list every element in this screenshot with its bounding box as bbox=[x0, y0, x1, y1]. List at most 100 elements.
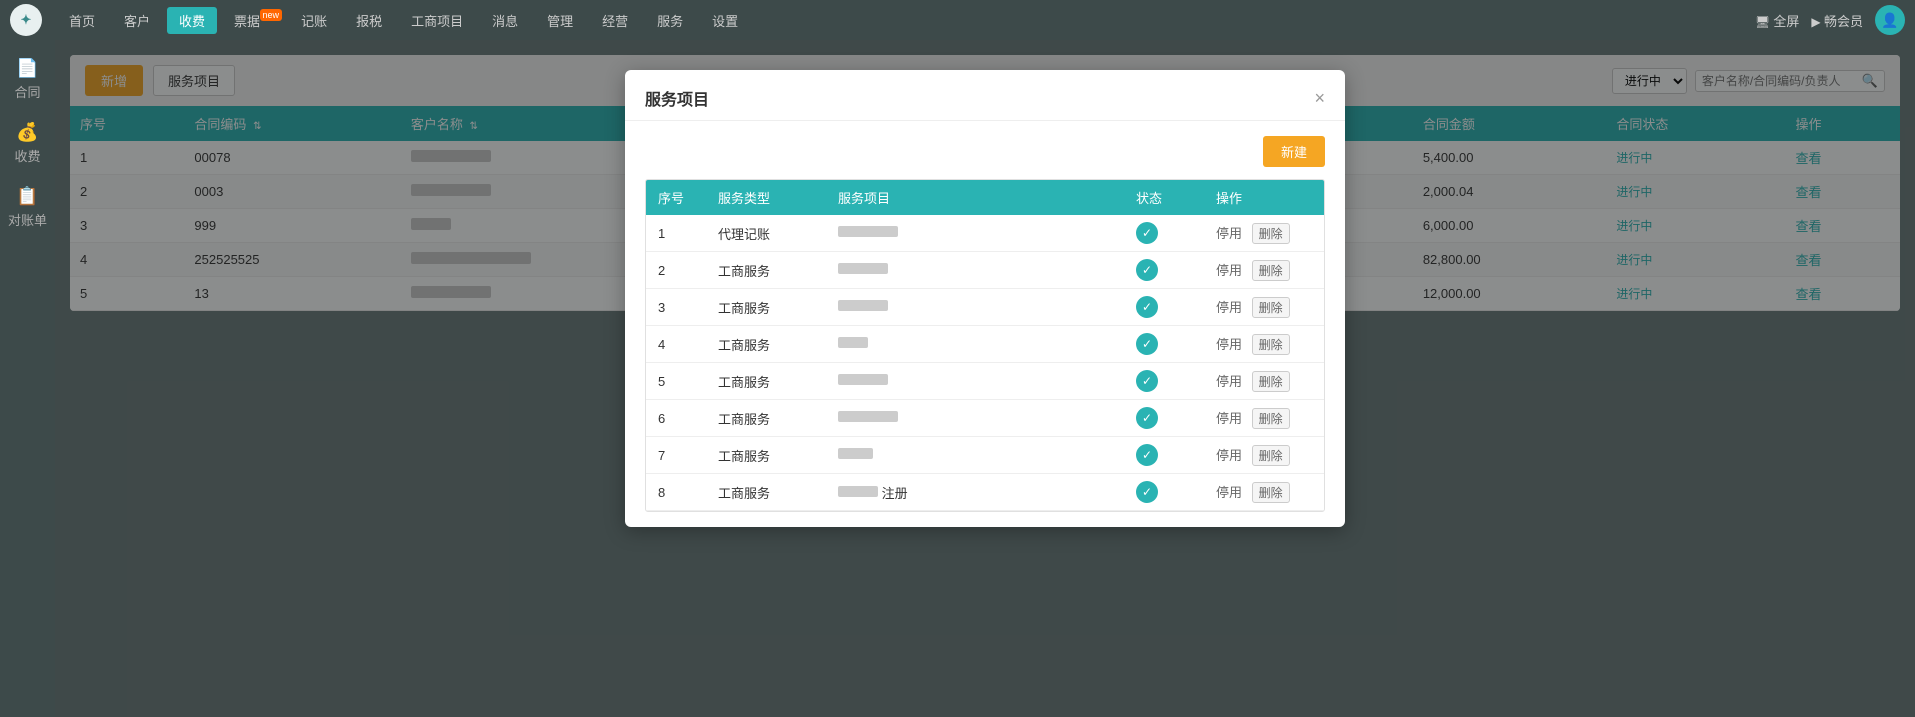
sidebar-item-reconcile-label: 对账单 bbox=[8, 210, 47, 229]
delete-button[interactable]: 删除 bbox=[1252, 223, 1290, 244]
sidebar-item-reconcile[interactable]: 📋 对账单 bbox=[3, 178, 53, 237]
sidebar-item-contract[interactable]: 📄 合同 bbox=[3, 50, 53, 109]
vip-btn[interactable]: ▶ 畅会员 bbox=[1811, 11, 1863, 30]
top-navbar: ✦ 首页 客户 收费 票据 new 记账 报税 工商项目 消息 管理 经营 服务… bbox=[0, 0, 1915, 40]
modal-row-item: ████ bbox=[826, 363, 1124, 400]
status-ok-icon: ✓ bbox=[1136, 259, 1158, 281]
nav-item-settings[interactable]: 设置 bbox=[700, 7, 750, 34]
modal-body: 新建 序号 服务类型 服务项目 状态 操作 bbox=[625, 121, 1345, 527]
nav-item-customer[interactable]: 客户 bbox=[112, 7, 162, 34]
top-nav-right: 🖥 全屏 ▶ 畅会员 👤 bbox=[1755, 5, 1905, 35]
modal-row-item: ██ 注册 bbox=[826, 474, 1124, 511]
modal-row-item: ████ bbox=[826, 289, 1124, 326]
modal-table-row: 2 工商服务 ████ ✓ 停用 删除 bbox=[646, 252, 1324, 289]
modal-table-row: 4 工商服务 ██ ✓ 停用 删除 bbox=[646, 326, 1324, 363]
modal-table-row: 3 工商服务 ████ ✓ 停用 删除 bbox=[646, 289, 1324, 326]
modal-row-status: ✓ bbox=[1124, 363, 1204, 400]
modal-row-type: 工商服务 bbox=[706, 474, 826, 511]
delete-button[interactable]: 删除 bbox=[1252, 371, 1290, 392]
stop-button[interactable]: 停用 bbox=[1216, 485, 1242, 500]
sidebar-item-charge[interactable]: 💰 收费 bbox=[3, 114, 53, 173]
modal-row-no: 2 bbox=[646, 252, 706, 289]
modal-row-type: 工商服务 bbox=[706, 400, 826, 437]
stop-button[interactable]: 停用 bbox=[1216, 337, 1242, 352]
modal-row-status: ✓ bbox=[1124, 326, 1204, 363]
modal-row-status: ✓ bbox=[1124, 289, 1204, 326]
modal-row-status: ✓ bbox=[1124, 437, 1204, 474]
delete-button[interactable]: 删除 bbox=[1252, 334, 1290, 355]
modal-row-actions: 停用 删除 bbox=[1204, 326, 1324, 363]
stop-button[interactable]: 停用 bbox=[1216, 263, 1242, 278]
fullscreen-btn[interactable]: 🖥 全屏 bbox=[1755, 11, 1800, 30]
modal-close-button[interactable]: × bbox=[1314, 88, 1325, 109]
modal-row-item: ████ bbox=[826, 400, 1124, 437]
modal-row-item: ████ 1 bbox=[826, 215, 1124, 252]
modal-row-type: 代理记账 bbox=[706, 215, 826, 252]
modal-row-no: 1 bbox=[646, 215, 706, 252]
nav-item-home[interactable]: 首页 bbox=[57, 7, 107, 34]
modal-row-status: ✓ bbox=[1124, 215, 1204, 252]
delete-button[interactable]: 删除 bbox=[1252, 482, 1290, 503]
service-items-table: 序号 服务类型 服务项目 状态 操作 1 代理记账 bbox=[646, 180, 1324, 511]
status-ok-icon: ✓ bbox=[1136, 481, 1158, 503]
nav-item-charge[interactable]: 收费 bbox=[167, 7, 217, 34]
sidebar-item-contract-label: 合同 bbox=[14, 82, 40, 101]
modal-row-type: 工商服务 bbox=[706, 437, 826, 474]
modal-table-wrap[interactable]: 序号 服务类型 服务项目 状态 操作 1 代理记账 bbox=[645, 179, 1325, 512]
modal-row-type: 工商服务 bbox=[706, 363, 826, 400]
charge-icon: 💰 bbox=[16, 122, 38, 143]
status-ok-icon: ✓ bbox=[1136, 222, 1158, 244]
stop-button[interactable]: 停用 bbox=[1216, 411, 1242, 426]
nav-item-operation[interactable]: 经营 bbox=[590, 7, 640, 34]
modal-overlay: 服务项目 × 新建 序号 服务类型 bbox=[55, 40, 1915, 717]
delete-button[interactable]: 删除 bbox=[1252, 408, 1290, 429]
modal-row-actions: 停用 删除 bbox=[1204, 215, 1324, 252]
stop-button[interactable]: 停用 bbox=[1216, 300, 1242, 315]
status-ok-icon: ✓ bbox=[1136, 407, 1158, 429]
delete-button[interactable]: 删除 bbox=[1252, 445, 1290, 466]
modal-table-row: 5 工商服务 ████ ✓ 停用 删除 bbox=[646, 363, 1324, 400]
status-ok-icon: ✓ bbox=[1136, 296, 1158, 318]
avatar[interactable]: 👤 bbox=[1875, 5, 1905, 35]
modal-table-row: 7 工商服务 ██ ✓ 停用 删除 bbox=[646, 437, 1324, 474]
modal-row-no: 5 bbox=[646, 363, 706, 400]
nav-item-business[interactable]: 工商项目 bbox=[399, 7, 475, 34]
app-logo: ✦ bbox=[10, 4, 42, 36]
modal-row-actions: 停用 删除 bbox=[1204, 252, 1324, 289]
modal-col-no: 序号 bbox=[646, 180, 706, 215]
nav-item-service[interactable]: 服务 bbox=[645, 7, 695, 34]
delete-button[interactable]: 删除 bbox=[1252, 260, 1290, 281]
modal-row-no: 3 bbox=[646, 289, 706, 326]
content-area: 新增 服务项目 进行中 🔍 序号 bbox=[55, 40, 1915, 717]
nav-item-accounting[interactable]: 记账 bbox=[289, 7, 339, 34]
modal-row-no: 6 bbox=[646, 400, 706, 437]
nav-item-tax[interactable]: 报税 bbox=[344, 7, 394, 34]
modal-table-row: 1 代理记账 ████ 1 ✓ 停用 删除 bbox=[646, 215, 1324, 252]
nav-item-message[interactable]: 消息 bbox=[480, 7, 530, 34]
modal-row-status: ✓ bbox=[1124, 252, 1204, 289]
stop-button[interactable]: 停用 bbox=[1216, 226, 1242, 241]
status-ok-icon: ✓ bbox=[1136, 370, 1158, 392]
modal-row-actions: 停用 删除 bbox=[1204, 289, 1324, 326]
modal-table-row: 8 工商服务 ██ 注册 ✓ 停用 删除 bbox=[646, 474, 1324, 511]
modal-row-no: 7 bbox=[646, 437, 706, 474]
reconcile-icon: 📋 bbox=[16, 186, 38, 207]
modal-table-row: 6 工商服务 ████ ✓ 停用 删除 bbox=[646, 400, 1324, 437]
modal-header: 服务项目 × bbox=[625, 70, 1345, 121]
stop-button[interactable]: 停用 bbox=[1216, 448, 1242, 463]
nav-item-invoice[interactable]: 票据 new bbox=[222, 7, 284, 34]
modal-new-button[interactable]: 新建 bbox=[1263, 136, 1325, 167]
modal-row-type: 工商服务 bbox=[706, 289, 826, 326]
left-sidebar: 📄 合同 💰 收费 📋 对账单 bbox=[0, 40, 55, 717]
stop-button[interactable]: 停用 bbox=[1216, 374, 1242, 389]
modal-toolbar: 新建 bbox=[645, 136, 1325, 167]
status-ok-icon: ✓ bbox=[1136, 333, 1158, 355]
modal-title: 服务项目 bbox=[645, 86, 709, 110]
modal-row-item: ██ bbox=[826, 437, 1124, 474]
delete-button[interactable]: 删除 bbox=[1252, 297, 1290, 318]
modal-row-actions: 停用 删除 bbox=[1204, 400, 1324, 437]
status-ok-icon: ✓ bbox=[1136, 444, 1158, 466]
sidebar-item-charge-label: 收费 bbox=[14, 146, 40, 165]
nav-item-manage[interactable]: 管理 bbox=[535, 7, 585, 34]
badge-new: new bbox=[260, 9, 283, 21]
